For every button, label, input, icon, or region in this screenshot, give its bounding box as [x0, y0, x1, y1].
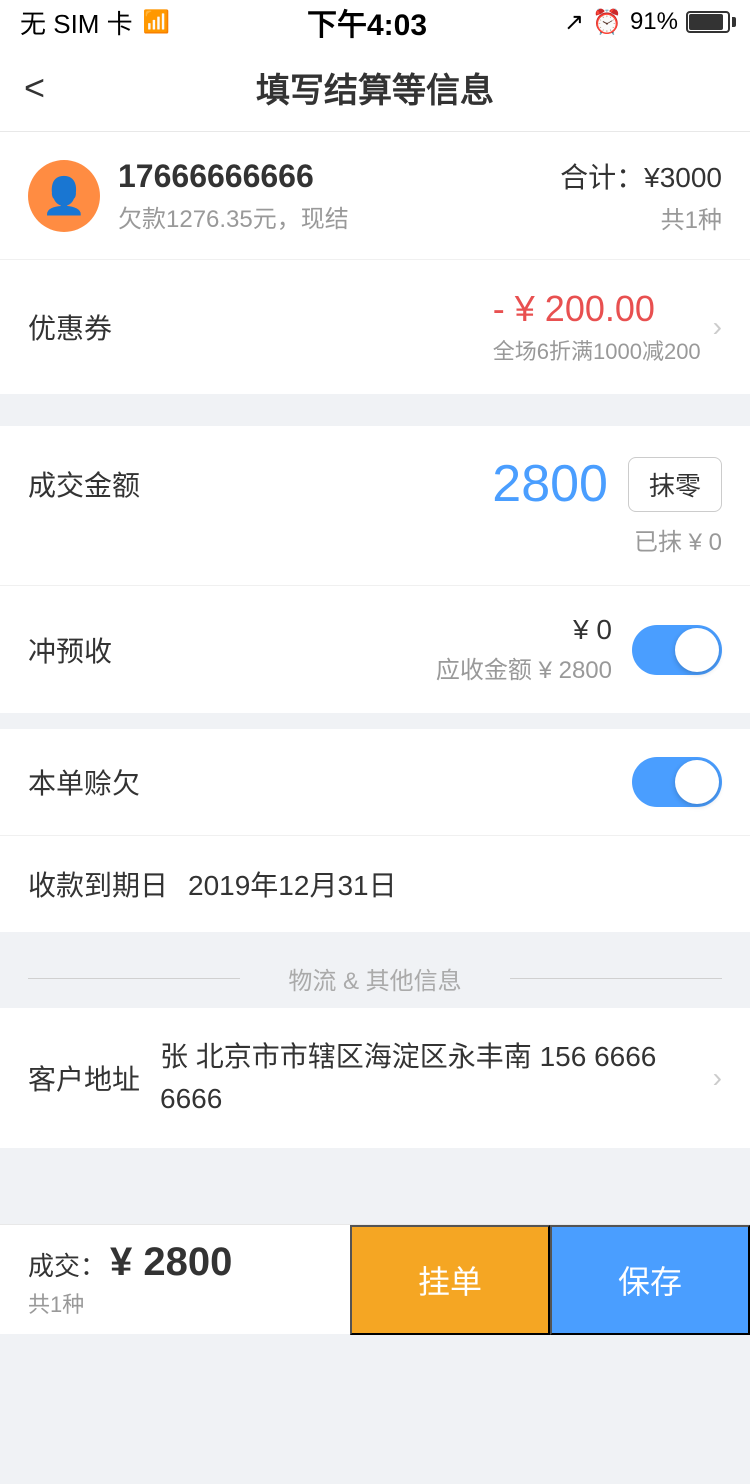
amount-label: 成交金额 [28, 464, 140, 504]
back-button[interactable]: < [24, 67, 45, 109]
precharge-label: 冲预收 [28, 630, 112, 670]
order-count: 共1种 [560, 200, 722, 235]
coupon-desc: 全场6折满1000减200 [493, 334, 701, 366]
address-value: 张 北京市市辖区海淀区永丰南 156 6666 6666 [160, 1036, 713, 1120]
customer-row: 👤 17666666666 欠款1276.35元，现结 合计：¥3000 共1种 [0, 132, 750, 259]
gray-gap-3 [0, 932, 750, 948]
amount-sub: 已抹 ¥ 0 [28, 522, 722, 557]
deal-amount: ¥ 2800 [110, 1240, 232, 1285]
bottom-summary: 成交： ¥ 2800 共1种 [0, 1240, 350, 1319]
divider-text: 物流 & 其他信息 [288, 961, 461, 996]
customer-phone: 17666666666 [118, 158, 349, 195]
customer-left: 👤 17666666666 欠款1276.35元，现结 [28, 158, 349, 234]
amount-row: 成交金额 2800 抹零 [28, 454, 722, 514]
coupon-right: - ¥ 200.00 全场6折满1000减200 › [493, 288, 722, 366]
status-time: 下午4:03 [307, 0, 427, 44]
coupon-amount: - ¥ 200.00 [493, 288, 701, 330]
no-sim-text: 无 SIM 卡 [20, 4, 133, 41]
coupon-label: 优惠券 [28, 307, 112, 347]
amount-value: 2800 [492, 454, 608, 514]
hold-button[interactable]: 挂单 [350, 1225, 550, 1335]
customer-info: 17666666666 欠款1276.35元，现结 [118, 158, 349, 234]
precharge-row: 冲预收 ¥ 0 应收金额 ¥ 2800 [28, 614, 722, 685]
gray-gap-2 [0, 713, 750, 729]
wifi-icon: 📶 [143, 9, 170, 35]
debt-section: 本单赊欠 [0, 729, 750, 835]
order-total: 合计：¥3000 [560, 156, 722, 196]
battery-icon [686, 11, 730, 33]
alarm-icon: ⏰ [592, 8, 622, 37]
address-label: 客户地址 [28, 1058, 140, 1098]
address-chevron: › [713, 1062, 722, 1094]
precharge-sub: 应收金额 ¥ 2800 [436, 650, 612, 685]
customer-debt: 欠款1276.35元，现结 [118, 199, 349, 234]
status-bar: 无 SIM 卡 📶 下午4:03 ↗ ⏰ 91% [0, 0, 750, 44]
nav-bar: < 填写结算等信息 [0, 44, 750, 132]
avatar-icon: 👤 [42, 175, 87, 217]
gray-gap-4 [0, 1148, 750, 1164]
amount-right: 2800 抹零 [492, 454, 722, 514]
status-right: ↗ ⏰ 91% [564, 8, 730, 37]
duedate-label: 收款到期日 [28, 864, 168, 904]
customer-card: 👤 17666666666 欠款1276.35元，现结 合计：¥3000 共1种… [0, 132, 750, 394]
deal-label: 成交： [28, 1246, 106, 1283]
divider-section: 物流 & 其他信息 [0, 948, 750, 1008]
precharge-amount: ¥ 0 应收金额 ¥ 2800 [436, 614, 612, 685]
status-left: 无 SIM 卡 📶 [20, 4, 170, 41]
divider-line-right [510, 978, 722, 979]
deal-count: 共1种 [28, 1287, 322, 1319]
coupon-chevron: › [713, 311, 722, 343]
avatar: 👤 [28, 160, 100, 232]
toggle-knob [675, 628, 719, 672]
bottom-bar: 成交： ¥ 2800 共1种 挂单 保存 [0, 1224, 750, 1334]
customer-right: 合计：¥3000 共1种 [560, 156, 722, 235]
debt-toggle[interactable] [632, 757, 722, 807]
coupon-row[interactable]: 优惠券 - ¥ 200.00 全场6折满1000减200 › [0, 259, 750, 394]
debt-toggle-knob [675, 760, 719, 804]
debt-label: 本单赊欠 [28, 762, 140, 802]
coupon-info: - ¥ 200.00 全场6折满1000减200 [493, 288, 701, 366]
duedate-row: 收款到期日 2019年12月31日 [28, 864, 722, 904]
save-button[interactable]: 保存 [550, 1225, 750, 1335]
divider-line-left [28, 978, 240, 979]
duedate-value: 2019年12月31日 [188, 864, 397, 904]
round-button[interactable]: 抹零 [628, 457, 722, 512]
address-section[interactable]: 客户地址 张 北京市市辖区海淀区永丰南 156 6666 6666 › [0, 1008, 750, 1148]
page-title: 填写结算等信息 [256, 63, 494, 112]
precharge-section: 冲预收 ¥ 0 应收金额 ¥ 2800 [0, 585, 750, 713]
gray-gap-1 [0, 410, 750, 426]
battery-percent: 91% [630, 8, 678, 36]
precharge-value: ¥ 0 [436, 614, 612, 646]
amount-section: 成交金额 2800 抹零 已抹 ¥ 0 [0, 426, 750, 585]
duedate-section: 收款到期日 2019年12月31日 [0, 835, 750, 932]
location-icon: ↗ [564, 8, 584, 37]
deal-row: 成交： ¥ 2800 [28, 1240, 322, 1285]
precharge-toggle[interactable] [632, 625, 722, 675]
precharge-right: ¥ 0 应收金额 ¥ 2800 [436, 614, 722, 685]
